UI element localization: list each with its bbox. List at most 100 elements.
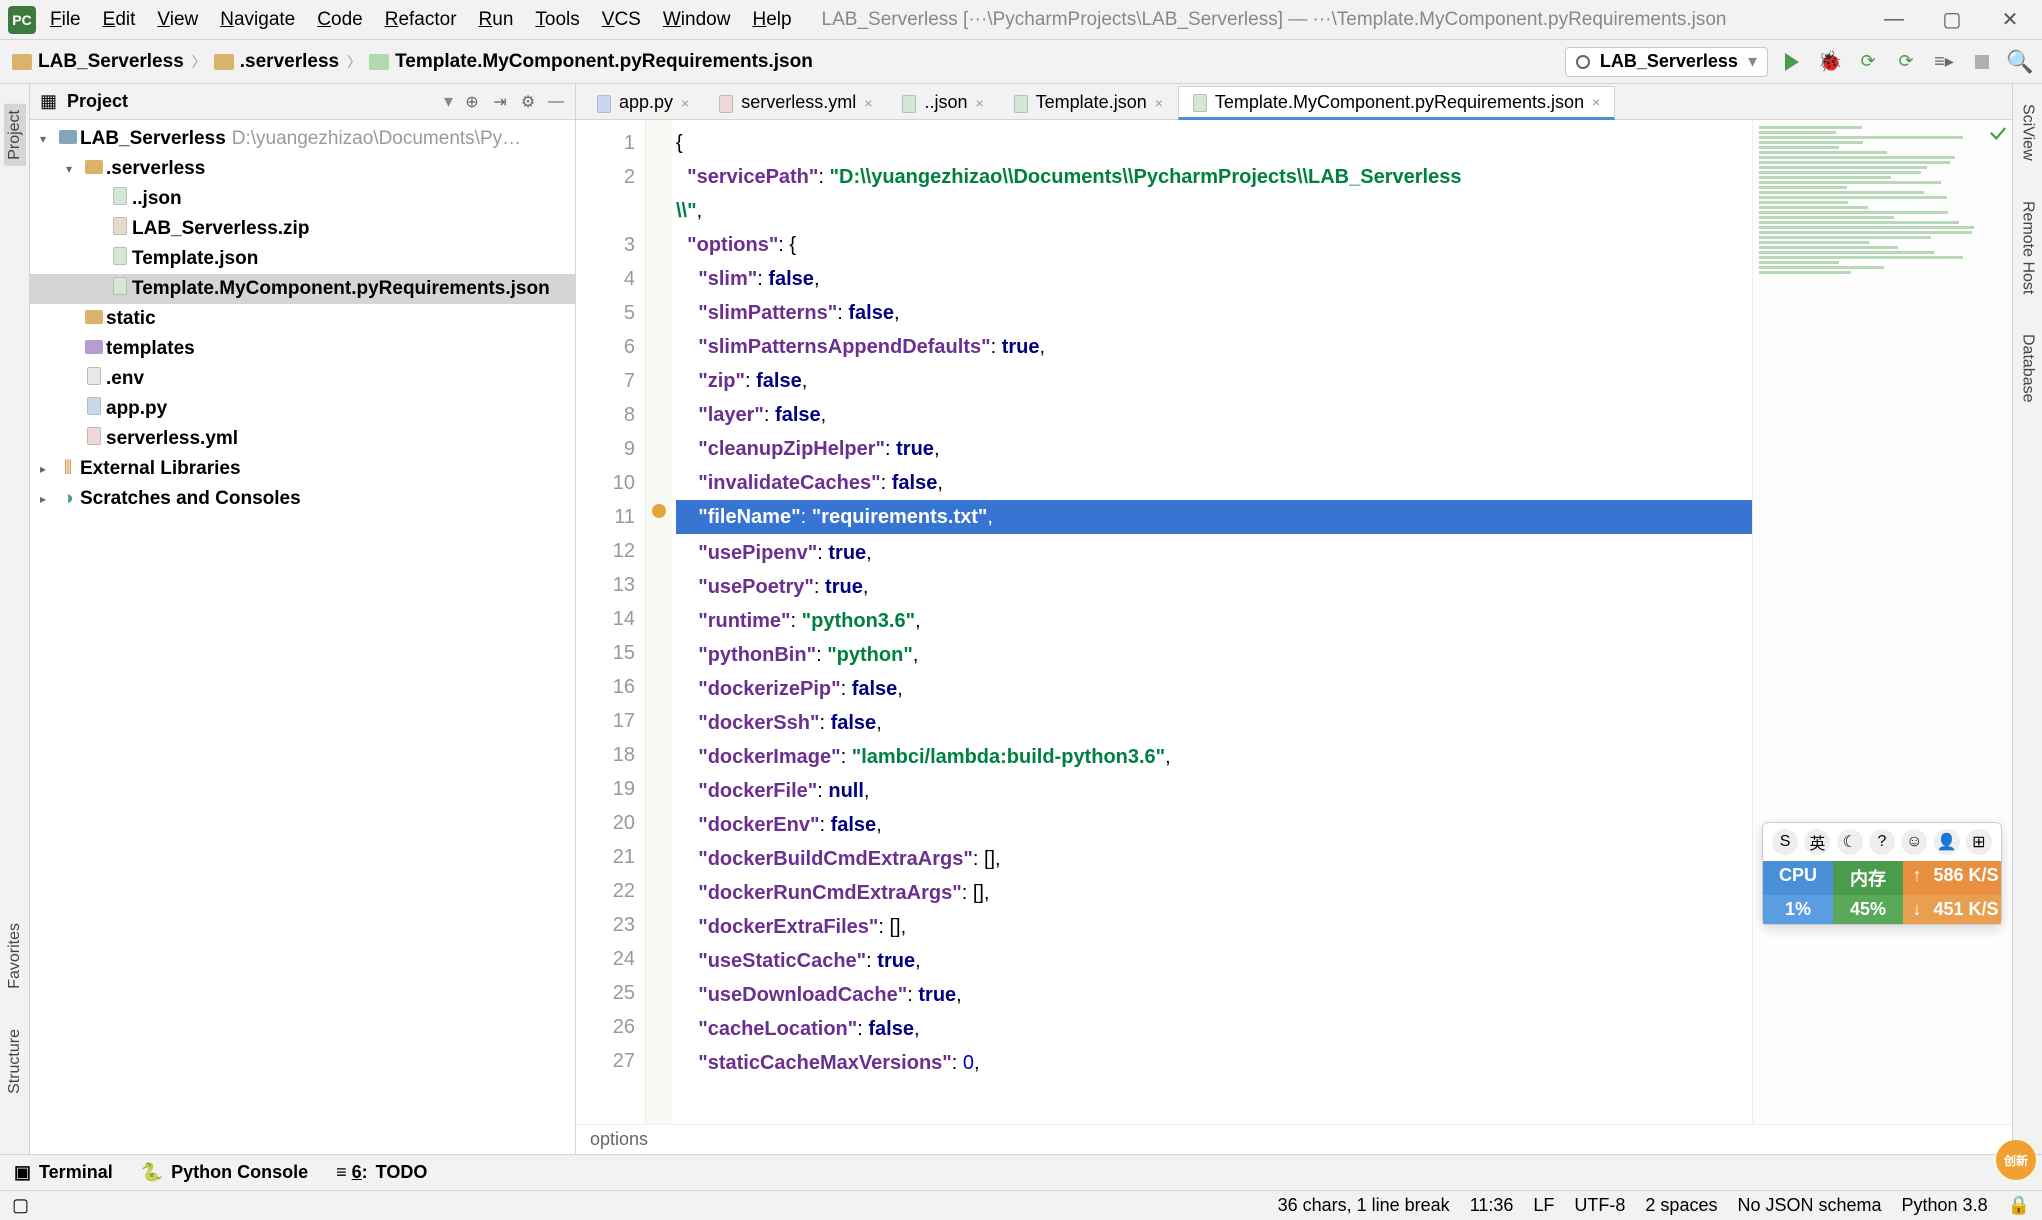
menu-tools[interactable]: Tools bbox=[535, 9, 579, 31]
editor-breadcrumb[interactable]: options bbox=[576, 1124, 2012, 1154]
menu-navigate[interactable]: Navigate bbox=[220, 9, 295, 31]
code-content[interactable]: { "servicePath": "D:\\yuangezhizao\\Docu… bbox=[672, 120, 1752, 1124]
close-button[interactable]: ✕ bbox=[1998, 8, 2022, 32]
menu-edit[interactable]: Edit bbox=[103, 9, 136, 31]
sciview-tool-tab[interactable]: SciView bbox=[2019, 104, 2037, 161]
editor-tab[interactable]: Template.json× bbox=[999, 85, 1178, 119]
minimap[interactable] bbox=[1752, 120, 2012, 1124]
coverage-button[interactable]: ⟳ bbox=[1858, 52, 1878, 72]
status-selection: 36 chars, 1 line break bbox=[1278, 1195, 1450, 1216]
tab-close-icon[interactable]: × bbox=[975, 95, 983, 111]
lock-icon[interactable]: 🔒 bbox=[2008, 1195, 2030, 1216]
project-tree[interactable]: ▾LAB_ServerlessD:\yuangezhizao\Documents… bbox=[30, 120, 575, 1154]
status-interpreter[interactable]: Python 3.8 bbox=[1902, 1195, 1988, 1216]
maximize-button[interactable]: ▢ bbox=[1940, 8, 1964, 32]
python-console-tab[interactable]: 🐍Python Console bbox=[141, 1162, 308, 1183]
ime-icon[interactable]: 👤 bbox=[1934, 829, 1960, 855]
breadcrumb-item[interactable]: Template.MyComponent.pyRequirements.json bbox=[369, 51, 813, 73]
editor-tab[interactable]: Template.MyComponent.pyRequirements.json… bbox=[1178, 86, 1615, 120]
tree-item[interactable]: ▸⫴External Libraries bbox=[30, 454, 575, 484]
breadcrumb: LAB_Serverless〉.serverless〉Template.MyCo… bbox=[12, 51, 1565, 73]
system-monitor-widget[interactable]: S英☾?☺👤⊞ CPU 内存 ↑ 586 K/S 1% 45% ↓ 451 K/… bbox=[1762, 822, 2002, 925]
project-panel-icon: ▦ bbox=[40, 91, 57, 112]
run-config-selector[interactable]: LAB_Serverless ▾ bbox=[1565, 47, 1768, 77]
tree-item[interactable]: serverless.yml bbox=[30, 424, 575, 454]
project-tool-tab[interactable]: Project bbox=[4, 104, 26, 166]
status-line-sep[interactable]: LF bbox=[1533, 1195, 1554, 1216]
editor-tab[interactable]: ..json× bbox=[887, 85, 998, 119]
window-title: LAB_Serverless [···\PycharmProjects\LAB_… bbox=[822, 9, 1882, 31]
menu-vcs[interactable]: VCS bbox=[602, 9, 641, 31]
menu-run[interactable]: Run bbox=[479, 9, 514, 31]
editor-tab[interactable]: serverless.yml× bbox=[704, 85, 887, 119]
minimize-button[interactable]: — bbox=[1882, 8, 1906, 32]
tree-item[interactable]: templates bbox=[30, 334, 575, 364]
tree-item[interactable]: Template.json bbox=[30, 244, 575, 274]
todo-tab[interactable]: ≡ 6:TODO bbox=[336, 1162, 427, 1183]
tree-item[interactable]: static bbox=[30, 304, 575, 334]
tab-close-icon[interactable]: × bbox=[1155, 95, 1163, 111]
stop-button[interactable] bbox=[1972, 52, 1992, 72]
tree-item[interactable]: ▾LAB_ServerlessD:\yuangezhizao\Documents… bbox=[30, 124, 575, 154]
locate-icon[interactable]: ⊕ bbox=[463, 93, 481, 111]
ime-icon[interactable]: 英 bbox=[1804, 829, 1830, 855]
breadcrumb-item[interactable]: LAB_Serverless bbox=[12, 51, 184, 73]
menu-file[interactable]: File bbox=[50, 9, 81, 31]
status-schema[interactable]: No JSON schema bbox=[1737, 1195, 1881, 1216]
tree-item[interactable]: ..json bbox=[30, 184, 575, 214]
brand-badge[interactable]: 创新 bbox=[1996, 1140, 2036, 1180]
left-tool-strip: Project Favorites Structure bbox=[0, 84, 30, 1154]
todo-icon: ≡ 6: bbox=[336, 1162, 368, 1183]
status-toggle-icon[interactable]: ▢ bbox=[12, 1195, 36, 1216]
status-indent[interactable]: 2 spaces bbox=[1645, 1195, 1717, 1216]
ime-icon[interactable]: ☺ bbox=[1901, 829, 1927, 855]
favorites-tool-tab[interactable]: Favorites bbox=[6, 923, 24, 989]
debug-button[interactable]: 🐞 bbox=[1820, 52, 1840, 72]
menu-code[interactable]: Code bbox=[317, 9, 362, 31]
mem-label: 内存 bbox=[1833, 861, 1903, 895]
code-editor[interactable]: 12 3456789101112131415161718192021222324… bbox=[576, 120, 2012, 1124]
menu-help[interactable]: Help bbox=[752, 9, 791, 31]
menu-window[interactable]: Window bbox=[663, 9, 731, 31]
app-icon: PC bbox=[8, 6, 36, 34]
chevron-down-icon[interactable]: ▾ bbox=[444, 91, 453, 112]
tab-close-icon[interactable]: × bbox=[1592, 94, 1600, 110]
editor-tab[interactable]: app.py× bbox=[582, 85, 704, 119]
terminal-tab[interactable]: ▣Terminal bbox=[14, 1162, 113, 1183]
tab-close-icon[interactable]: × bbox=[681, 95, 689, 111]
editor-area: app.py×serverless.yml×..json×Template.js… bbox=[576, 84, 2012, 1154]
ime-icon[interactable]: ⊞ bbox=[1966, 829, 1992, 855]
mem-value: 45% bbox=[1833, 895, 1903, 924]
breadcrumb-item[interactable]: .serverless bbox=[214, 51, 339, 73]
attach-button[interactable]: ≡▸ bbox=[1934, 52, 1954, 72]
search-everywhere-button[interactable]: 🔍 bbox=[2010, 52, 2030, 72]
tab-close-icon[interactable]: × bbox=[864, 95, 872, 111]
remote-host-tool-tab[interactable]: Remote Host bbox=[2019, 201, 2037, 294]
cpu-value: 1% bbox=[1763, 895, 1833, 924]
tree-item[interactable]: .env bbox=[30, 364, 575, 394]
tree-item[interactable]: ▸◑Scratches and Consoles bbox=[30, 484, 575, 514]
status-cursor-pos[interactable]: 11:36 bbox=[1470, 1195, 1514, 1216]
window-controls: — ▢ ✕ bbox=[1882, 8, 2022, 32]
ime-icon[interactable]: ☾ bbox=[1837, 829, 1863, 855]
run-button[interactable] bbox=[1782, 52, 1802, 72]
status-encoding[interactable]: UTF-8 bbox=[1574, 1195, 1625, 1216]
project-panel-header: ▦ Project ▾ ⊕ ⇥ ⚙ — bbox=[30, 84, 575, 120]
profile-button[interactable]: ⟳ bbox=[1896, 52, 1916, 72]
database-tool-tab[interactable]: Database bbox=[2019, 334, 2037, 403]
tree-item[interactable]: LAB_Serverless.zip bbox=[30, 214, 575, 244]
ime-icon[interactable]: S bbox=[1772, 829, 1798, 855]
toolbar: LAB_Serverless〉.serverless〉Template.MyCo… bbox=[0, 40, 2042, 84]
cpu-label: CPU bbox=[1763, 861, 1833, 895]
settings-icon[interactable]: ⚙ bbox=[519, 93, 537, 111]
tree-item[interactable]: ▾.serverless bbox=[30, 154, 575, 184]
structure-tool-tab[interactable]: Structure bbox=[6, 1029, 24, 1094]
collapse-icon[interactable]: ⇥ bbox=[491, 93, 509, 111]
up-arrow-icon: ↑ bbox=[1903, 861, 1931, 895]
hide-icon[interactable]: — bbox=[547, 93, 565, 111]
tree-item[interactable]: Template.MyComponent.pyRequirements.json bbox=[30, 274, 575, 304]
tree-item[interactable]: app.py bbox=[30, 394, 575, 424]
menu-refactor[interactable]: Refactor bbox=[385, 9, 457, 31]
menu-view[interactable]: View bbox=[157, 9, 198, 31]
ime-icon[interactable]: ? bbox=[1869, 829, 1895, 855]
